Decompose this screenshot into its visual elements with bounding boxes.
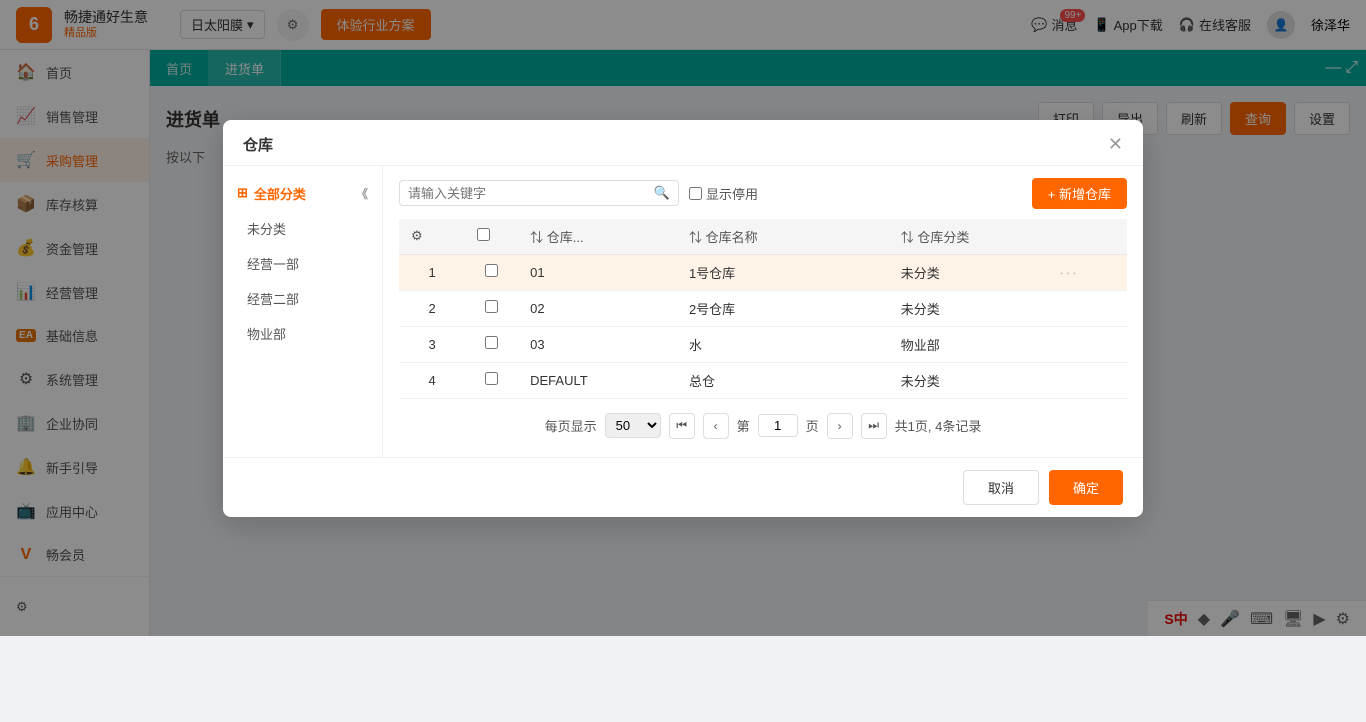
table-row[interactable]: 2 02 2号仓库 未分类: [399, 290, 1127, 326]
row-checkbox-cell: [465, 254, 518, 290]
category-item-dept1[interactable]: 经营一部: [223, 246, 382, 281]
show-disabled-checkbox[interactable]: [689, 187, 702, 200]
all-category-label: 全部分类: [254, 184, 306, 203]
col-header-code: ⇅ 仓库...: [518, 219, 677, 255]
row-category: 未分类: [889, 254, 1048, 290]
row-name: 水: [677, 326, 889, 362]
row-index: 4: [399, 362, 465, 398]
row-category: 未分类: [889, 290, 1048, 326]
row-checkbox-cell: [465, 290, 518, 326]
action-menu-icon[interactable]: ···: [1060, 265, 1079, 280]
col-header-category: ⇅ 仓库分类: [889, 219, 1048, 255]
row-index: 3: [399, 326, 465, 362]
warehouse-table: ⚙ ⇅ 仓库... ⇅ 仓库名称: [399, 219, 1127, 399]
col-header-settings: ⚙: [399, 219, 465, 255]
row-category: 物业部: [889, 326, 1048, 362]
row-name: 总仓: [677, 362, 889, 398]
row-code: DEFAULT: [518, 362, 677, 398]
dialog-body: ⊞ 全部分类 《 未分类 经营一部 经营二部 物业部 🔍: [223, 166, 1143, 457]
table-row[interactable]: 4 DEFAULT 总仓 未分类: [399, 362, 1127, 398]
row-action: ···: [1048, 254, 1127, 290]
table-row[interactable]: 1 01 1号仓库 未分类 ···: [399, 254, 1127, 290]
grid-icon: ⊞: [237, 185, 248, 201]
last-page-button[interactable]: ⏭: [861, 413, 887, 439]
confirm-button[interactable]: 确定: [1049, 470, 1123, 505]
warehouse-dialog: 仓库 ✕ ⊞ 全部分类 《 未分类 经营一部 经营二部 物业部: [223, 120, 1143, 517]
col-header-name: ⇅ 仓库名称: [677, 219, 889, 255]
row-name: 2号仓库: [677, 290, 889, 326]
category-sidebar: ⊞ 全部分类 《 未分类 经营一部 经营二部 物业部: [223, 166, 383, 457]
search-icon[interactable]: 🔍: [654, 185, 670, 201]
row-checkbox[interactable]: [485, 372, 498, 385]
page-input[interactable]: [758, 414, 798, 437]
row-action: [1048, 362, 1127, 398]
close-button[interactable]: ✕: [1108, 135, 1123, 153]
per-page-select[interactable]: 50 10 20 100: [605, 413, 661, 438]
col-header-check: [465, 219, 518, 255]
search-input[interactable]: [408, 186, 654, 201]
modal-overlay: 仓库 ✕ ⊞ 全部分类 《 未分类 经营一部 经营二部 物业部: [0, 0, 1366, 636]
row-category: 未分类: [889, 362, 1048, 398]
add-warehouse-button[interactable]: + 新增仓库: [1032, 178, 1127, 209]
total-records: 共1页, 4条记录: [895, 416, 982, 435]
row-checkbox[interactable]: [485, 300, 498, 313]
table-header-row: ⚙ ⇅ 仓库... ⇅ 仓库名称: [399, 219, 1127, 255]
dialog-title: 仓库: [243, 134, 273, 155]
show-disabled-label: 显示停用: [689, 184, 758, 203]
all-category-item[interactable]: ⊞ 全部分类 《: [223, 176, 382, 211]
pagination: 每页显示 50 10 20 100 ⏮ ‹ 第 页 › ⏭ 共1页, 4条记录: [399, 399, 1127, 445]
prev-page-button[interactable]: ‹: [703, 413, 729, 439]
row-name: 1号仓库: [677, 254, 889, 290]
row-code: 01: [518, 254, 677, 290]
col-header-action: [1048, 219, 1127, 255]
next-page-button[interactable]: ›: [827, 413, 853, 439]
row-action: [1048, 326, 1127, 362]
row-index: 2: [399, 290, 465, 326]
row-index: 1: [399, 254, 465, 290]
row-action: [1048, 290, 1127, 326]
table-toolbar: 🔍 显示停用 + 新增仓库: [399, 178, 1127, 209]
category-item-unclassified[interactable]: 未分类: [223, 211, 382, 246]
first-page-button[interactable]: ⏮: [669, 413, 695, 439]
page-label: 第: [737, 416, 750, 435]
row-code: 03: [518, 326, 677, 362]
sort-icon: ⇅: [689, 230, 702, 245]
collapse-icon[interactable]: 《: [356, 185, 368, 202]
sort-icon: ⇅: [901, 230, 914, 245]
page-suffix: 页: [806, 416, 819, 435]
row-checkbox-cell: [465, 362, 518, 398]
category-item-dept2[interactable]: 经营二部: [223, 281, 382, 316]
row-checkbox[interactable]: [485, 336, 498, 349]
cancel-button[interactable]: 取消: [963, 470, 1039, 505]
select-all-checkbox[interactable]: [477, 228, 490, 241]
row-checkbox[interactable]: [485, 264, 498, 277]
table-row[interactable]: 3 03 水 物业部: [399, 326, 1127, 362]
category-item-property[interactable]: 物业部: [223, 316, 382, 351]
sort-icon: ⇅: [530, 230, 543, 245]
table-area: 🔍 显示停用 + 新增仓库 ⚙: [383, 166, 1143, 457]
dialog-header: 仓库 ✕: [223, 120, 1143, 166]
per-page-label: 每页显示: [545, 416, 597, 435]
row-code: 02: [518, 290, 677, 326]
search-box: 🔍: [399, 180, 679, 206]
table-scroll: ⚙ ⇅ 仓库... ⇅ 仓库名称: [399, 219, 1127, 399]
dialog-footer: 取消 确定: [223, 457, 1143, 517]
row-checkbox-cell: [465, 326, 518, 362]
